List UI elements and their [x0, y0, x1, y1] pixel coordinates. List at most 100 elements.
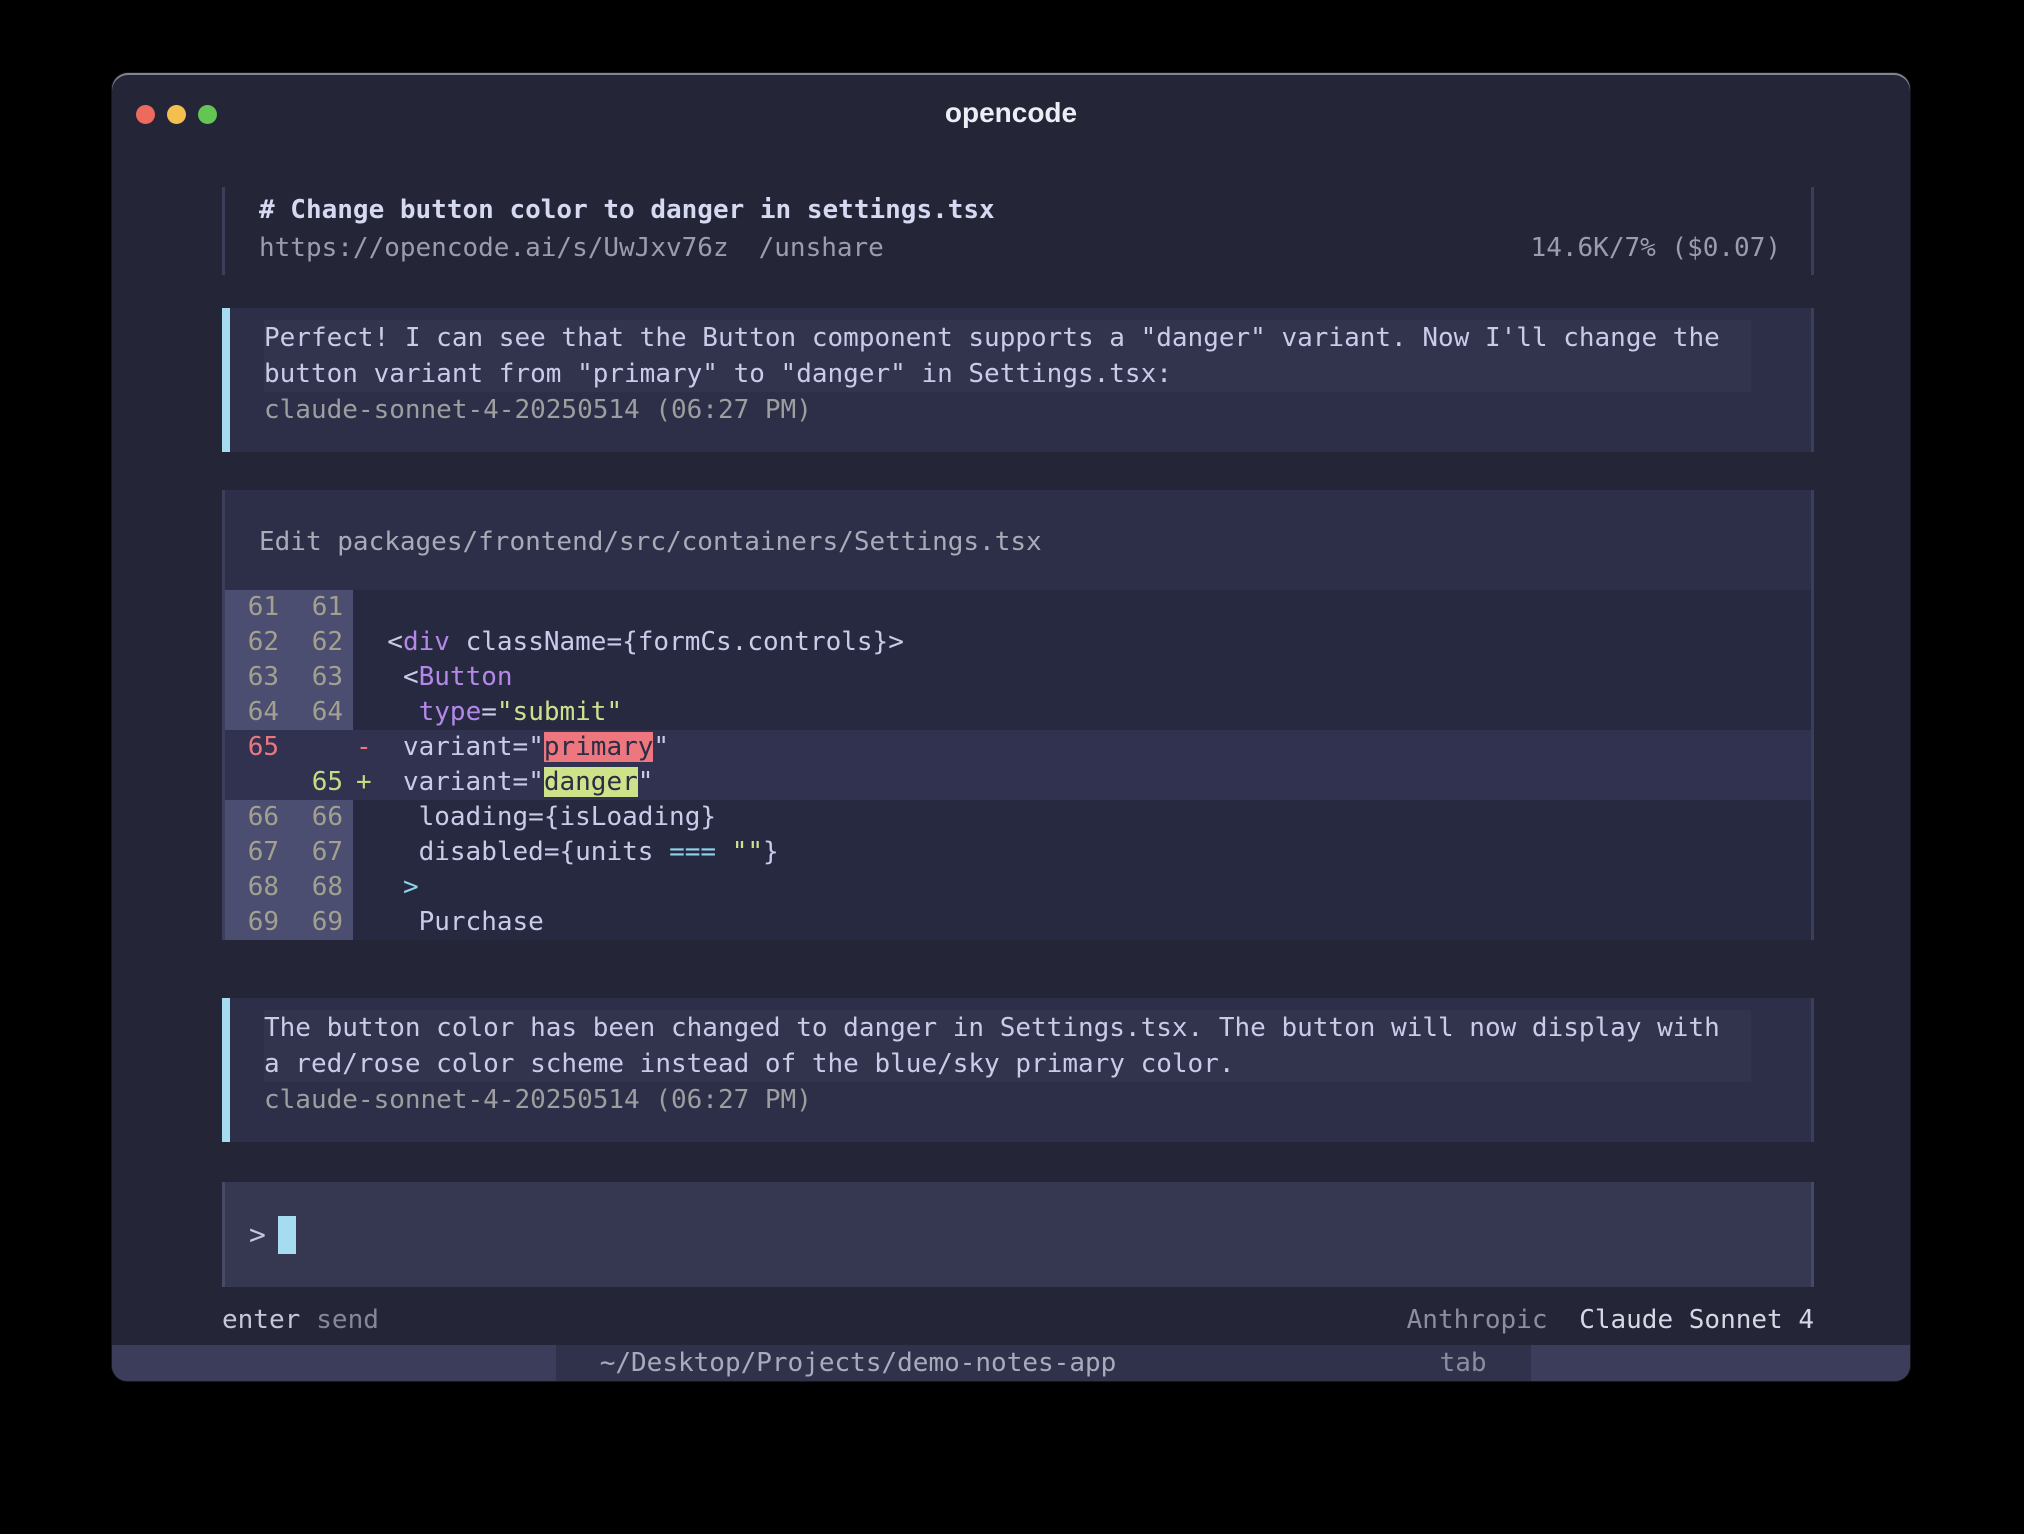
working-directory: ~/Desktop/Projects/demo-notes-app: [600, 1345, 1117, 1381]
code-token: <: [372, 662, 419, 692]
line-number-old: [225, 765, 289, 800]
code-token: }: [763, 837, 779, 867]
code-token: loading={isLoading}: [372, 802, 716, 832]
line-number-new: 64: [289, 695, 353, 730]
line-number-old: 65: [225, 730, 289, 765]
code-token: ": [653, 732, 669, 762]
diff-code-line: + variant="danger": [353, 765, 1811, 800]
session-title: # Change button color to danger in setti…: [259, 191, 1781, 229]
code-token: type: [419, 697, 482, 727]
window-title: opencode: [112, 97, 1910, 129]
assistant-message: Perfect! I can see that the Button compo…: [222, 308, 1814, 452]
diff-code-line: >: [353, 870, 1811, 905]
line-number-new: [289, 730, 353, 765]
message-line: button variant from "primary" to "danger…: [264, 356, 1751, 392]
code-token: danger: [544, 767, 638, 797]
line-number-new: 65: [289, 765, 353, 800]
diff-row: 6262 <div className={formCs.controls}>: [225, 625, 1811, 660]
status-bar: opencode v0.3.11 ~/Desktop/Projects/demo…: [112, 1345, 1910, 1381]
diff-code-line: type="submit": [353, 695, 1811, 730]
code-token: >: [403, 872, 419, 902]
line-number-old: 61: [225, 590, 289, 625]
code-token: ": [528, 732, 544, 762]
message-line: a red/rose color scheme instead of the b…: [264, 1046, 1751, 1082]
diff-row: 65 - variant="primary": [225, 730, 1811, 765]
line-number-new: 61: [289, 590, 353, 625]
token-usage-cost: 14.6K/7% ($0.07): [1531, 229, 1781, 267]
diff-row: 6464 type="submit": [225, 695, 1811, 730]
edit-tool-block: Edit packages/frontend/src/containers/Se…: [222, 490, 1814, 940]
code-token: [372, 697, 419, 727]
code-token: "": [732, 837, 763, 867]
unshare-command[interactable]: /unshare: [759, 229, 884, 267]
code-token: primary: [544, 732, 654, 762]
diff-marker: [356, 905, 372, 940]
line-number-old: 64: [225, 695, 289, 730]
line-number-new: 63: [289, 660, 353, 695]
line-number-new: 62: [289, 625, 353, 660]
line-number-new: 69: [289, 905, 353, 940]
line-number-old: 62: [225, 625, 289, 660]
code-token: className={formCs.controls}>: [450, 627, 904, 657]
code-token: ": [638, 767, 654, 797]
provider-name: Anthropic: [1407, 1305, 1548, 1335]
send-action-hint: send: [316, 1301, 379, 1339]
diff-marker: [356, 870, 372, 905]
prompt-input[interactable]: >: [222, 1182, 1814, 1287]
diff-code-line: Purchase: [353, 905, 1811, 940]
prompt-symbol: >: [249, 1218, 266, 1251]
diff-row: 6767 disabled={units === ""}: [225, 835, 1811, 870]
diff-row: 6868 >: [225, 870, 1811, 905]
line-number-old: 69: [225, 905, 289, 940]
diff-row: 6666 loading={isLoading}: [225, 800, 1811, 835]
message-text: Perfect! I can see that the Button compo…: [264, 320, 1751, 392]
code-token: ": [528, 767, 544, 797]
mode-segment[interactable]: BUILDMODE: [1531, 1345, 1910, 1381]
diff-code-line: - variant="primary": [353, 730, 1811, 765]
model-timestamp: claude-sonnet-4-20250514 (06:27 PM): [264, 1082, 1811, 1118]
code-token: "submit": [497, 697, 622, 727]
line-number-new: 66: [289, 800, 353, 835]
code-token: div: [403, 627, 450, 657]
app-version-segment: opencode v0.3.11: [112, 1345, 556, 1381]
diff-code-line: <Button: [353, 660, 1811, 695]
message-text: The button color has been changed to dan…: [264, 1010, 1751, 1082]
code-token: variant=: [372, 767, 529, 797]
line-number-new: 68: [289, 870, 353, 905]
window-titlebar[interactable]: opencode: [112, 73, 1910, 135]
code-token: <: [372, 627, 403, 657]
diff-marker: [356, 625, 372, 660]
enter-key-hint: enter: [222, 1301, 300, 1339]
diff-code-line: <div className={formCs.controls}>: [353, 625, 1811, 660]
diff-marker: [356, 835, 372, 870]
code-token: =: [481, 697, 497, 727]
diff-marker: [356, 800, 372, 835]
diff-row: 6969 Purchase: [225, 905, 1811, 940]
line-number-new: 67: [289, 835, 353, 870]
diff-marker: +: [356, 765, 372, 800]
code-token: disabled={units: [372, 837, 669, 867]
line-number-old: 63: [225, 660, 289, 695]
tab-key-hint[interactable]: tab: [1440, 1345, 1487, 1381]
share-url[interactable]: https://opencode.ai/s/UwJxv76z: [259, 229, 729, 267]
line-number-old: 68: [225, 870, 289, 905]
diff-code-line: [353, 590, 1811, 625]
diff-row: 6161: [225, 590, 1811, 625]
code-token: ===: [669, 837, 716, 867]
model-timestamp: claude-sonnet-4-20250514 (06:27 PM): [264, 392, 1811, 428]
text-cursor: [278, 1216, 296, 1254]
desktop-background: opencode # Change button color to danger…: [0, 0, 2024, 1534]
diff-marker: [356, 590, 372, 625]
message-line: The button color has been changed to dan…: [264, 1010, 1751, 1046]
session-header: # Change button color to danger in setti…: [222, 187, 1814, 275]
diff-view: 6161 6262 <div className={formCs.control…: [225, 590, 1811, 940]
line-number-old: 67: [225, 835, 289, 870]
opencode-terminal-window: opencode # Change button color to danger…: [112, 73, 1910, 1381]
edit-file-path: Edit packages/frontend/src/containers/Se…: [225, 524, 1811, 560]
status-bar-right: tab BUILDMODE: [1440, 1345, 1910, 1381]
hint-row: enter send Anthropic Claude Sonnet 4: [222, 1301, 1814, 1339]
diff-row: 6363 <Button: [225, 660, 1811, 695]
assistant-message: The button color has been changed to dan…: [222, 998, 1814, 1142]
code-token: Button: [419, 662, 513, 692]
line-number-old: 66: [225, 800, 289, 835]
